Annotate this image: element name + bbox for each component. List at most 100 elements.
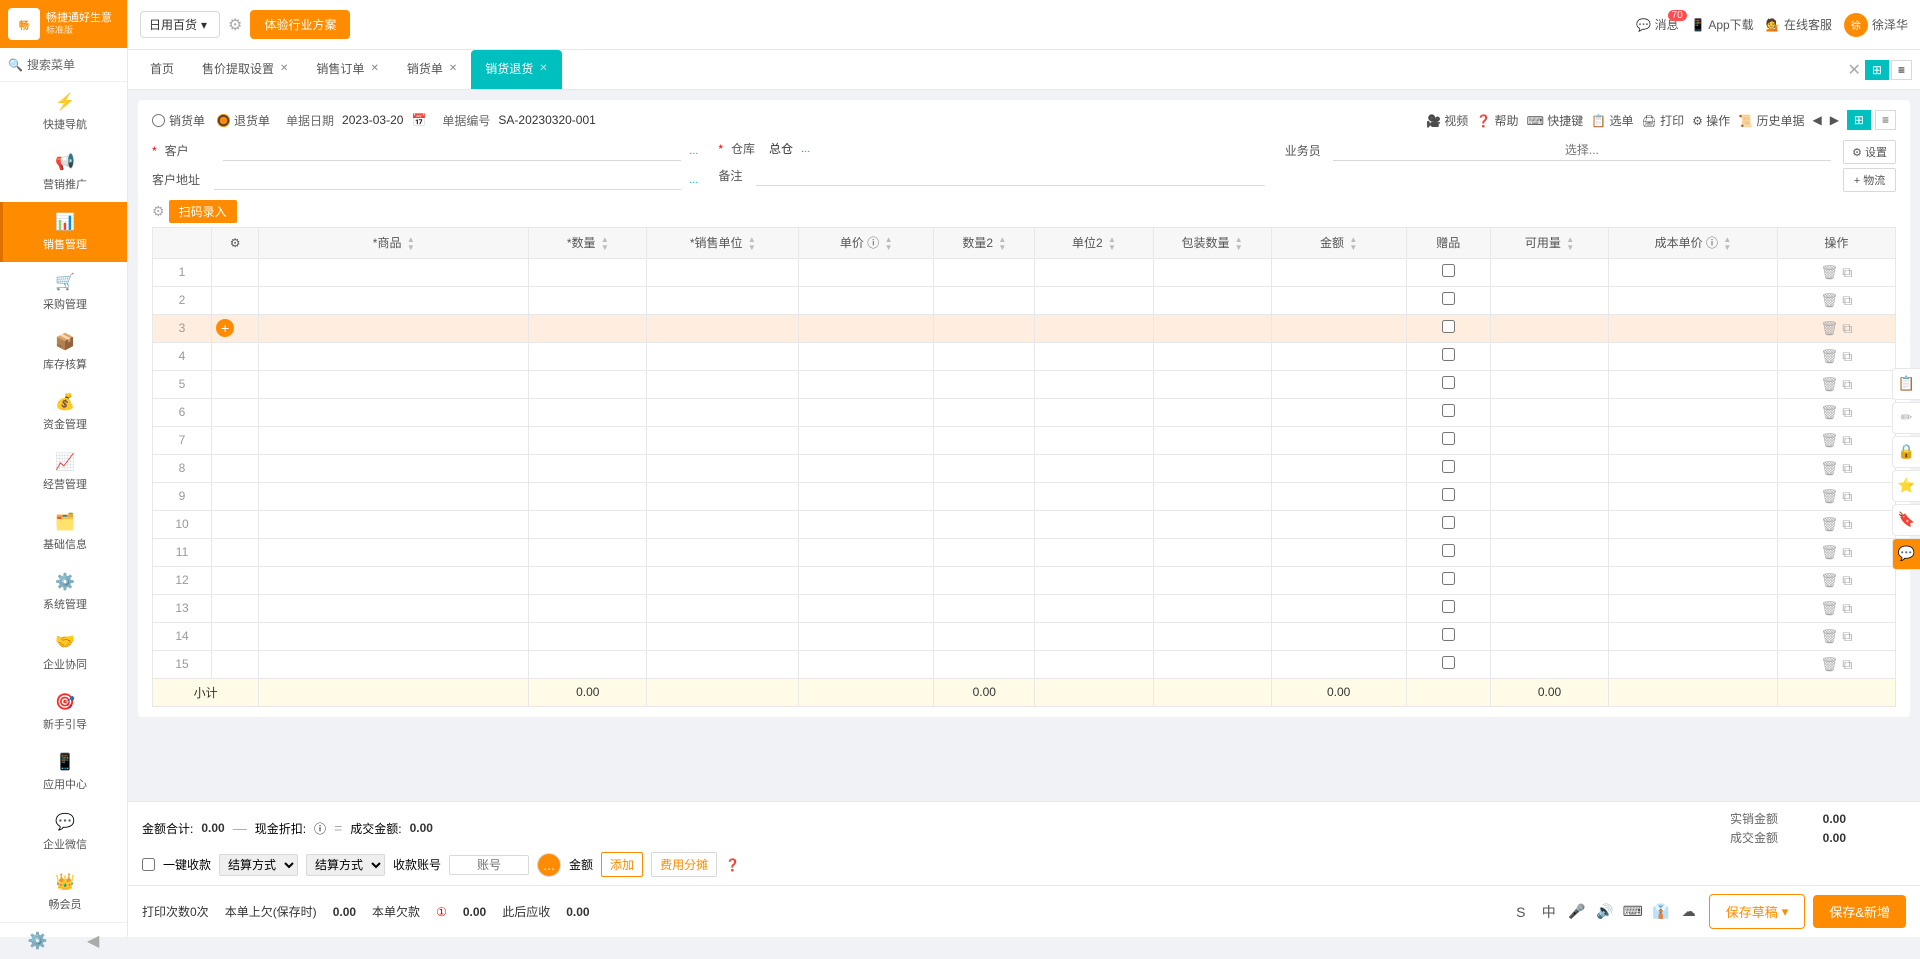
amount-cell[interactable] (1271, 538, 1406, 566)
unit2-input[interactable] (1039, 461, 1148, 475)
unit2-input[interactable] (1039, 545, 1148, 559)
qty2-cell[interactable] (934, 482, 1035, 510)
shortcut-btn[interactable]: ⌨ 快捷键 (1527, 112, 1584, 129)
qty2-input[interactable] (938, 461, 1030, 475)
qty-input[interactable] (533, 293, 642, 307)
pack-input[interactable] (1158, 377, 1267, 391)
pack-cell[interactable] (1153, 426, 1271, 454)
copy-row-icon[interactable]: ⧉ (1842, 600, 1852, 617)
gift-cell[interactable] (1406, 594, 1490, 622)
qty2-cell[interactable] (934, 342, 1035, 370)
unit-cell[interactable] (647, 622, 799, 650)
unit2-cell[interactable] (1035, 258, 1153, 286)
qty2-input[interactable] (938, 489, 1030, 503)
amount-input[interactable] (1276, 405, 1402, 419)
unit-cell[interactable] (647, 370, 799, 398)
qty-cell[interactable] (529, 258, 647, 286)
amount-input[interactable] (1276, 489, 1402, 503)
price-cell[interactable] (799, 398, 934, 426)
product-cell[interactable] (259, 398, 529, 426)
amount-cell[interactable] (1271, 398, 1406, 426)
qty2-cell[interactable] (934, 650, 1035, 678)
unit-cell[interactable] (647, 286, 799, 314)
pack-input[interactable] (1158, 545, 1267, 559)
qty-input[interactable] (533, 433, 642, 447)
qty2-cell[interactable] (934, 286, 1035, 314)
delete-row-icon[interactable]: 🗑 (1821, 348, 1839, 365)
product-cell[interactable] (259, 314, 529, 342)
settings-btn[interactable]: ⚙ 设置 (1843, 140, 1896, 164)
gift-cell[interactable] (1406, 342, 1490, 370)
warehouse-more-btn[interactable]: ... (801, 143, 810, 155)
gift-checkbox[interactable] (1442, 516, 1455, 529)
save-draft-btn[interactable]: 保存草稿 ▾ (1709, 894, 1806, 929)
qty-input[interactable] (533, 265, 642, 279)
message-btn[interactable]: 💬 70 消息 (1636, 16, 1678, 33)
pack-input[interactable] (1158, 433, 1267, 447)
sidebar-item-basic-info[interactable]: 🗂️ 基础信息 (0, 502, 127, 562)
pack-cell[interactable] (1153, 258, 1271, 286)
copy-row-icon[interactable]: ⧉ (1842, 348, 1852, 365)
price-input[interactable] (803, 349, 929, 363)
product-input[interactable] (263, 573, 524, 587)
product-cell[interactable] (259, 258, 529, 286)
calc-method-select[interactable]: 结算方式 (219, 854, 298, 876)
account-input[interactable] (449, 855, 529, 875)
product-input[interactable] (263, 405, 524, 419)
delete-row-icon[interactable]: 🗑 (1821, 432, 1839, 449)
price-input[interactable] (803, 377, 929, 391)
qty-cell[interactable] (529, 482, 647, 510)
unit-cell[interactable] (647, 398, 799, 426)
col-header-available[interactable]: 可用量 ▲▼ (1490, 228, 1608, 259)
doc-date-value[interactable]: 2023-03-20 (342, 113, 403, 127)
qty2-input[interactable] (938, 377, 1030, 391)
price-cell[interactable] (799, 566, 934, 594)
pack-cell[interactable] (1153, 650, 1271, 678)
product-input[interactable] (263, 321, 524, 335)
qty2-input[interactable] (938, 517, 1030, 531)
amount-input[interactable] (1276, 293, 1402, 307)
price-cell[interactable] (799, 342, 934, 370)
qty2-cell[interactable] (934, 510, 1035, 538)
pack-cell[interactable] (1153, 538, 1271, 566)
qty2-input[interactable] (938, 349, 1030, 363)
tab-sales-order[interactable]: 销售订单 ✕ (302, 50, 392, 89)
amount-input[interactable] (1276, 433, 1402, 447)
sidebar-item-quick-nav[interactable]: ⚡ 快捷导航 (0, 82, 127, 142)
product-input[interactable] (263, 377, 524, 391)
qty2-cell[interactable] (934, 314, 1035, 342)
taskbar-icon-3[interactable]: 🎤 (1565, 900, 1589, 924)
copy-row-icon[interactable]: ⧉ (1842, 404, 1852, 421)
pack-cell[interactable] (1153, 398, 1271, 426)
amount-cell[interactable] (1271, 594, 1406, 622)
amount-cell[interactable] (1271, 650, 1406, 678)
unit2-input[interactable] (1039, 573, 1148, 587)
delete-row-icon[interactable]: 🗑 (1821, 488, 1839, 505)
amount-cell[interactable] (1271, 286, 1406, 314)
taskbar-icon-5[interactable]: ⌨ (1621, 900, 1645, 924)
unit-cell[interactable] (647, 594, 799, 622)
amount-cell[interactable] (1271, 258, 1406, 286)
product-input[interactable] (263, 657, 524, 671)
qty-input[interactable] (533, 601, 642, 615)
pack-cell[interactable] (1153, 510, 1271, 538)
col-header-qty[interactable]: *数量 ▲▼ (529, 228, 647, 259)
product-input[interactable] (263, 349, 524, 363)
add-account-btn[interactable]: 添加 (601, 852, 643, 877)
pack-input[interactable] (1158, 461, 1267, 475)
right-panel-btn-4[interactable]: ⭐ (1892, 470, 1920, 502)
pack-input[interactable] (1158, 489, 1267, 503)
amount-cell[interactable] (1271, 622, 1406, 650)
price-input[interactable] (803, 461, 929, 475)
pack-cell[interactable] (1153, 482, 1271, 510)
qty2-input[interactable] (938, 629, 1030, 643)
qty2-input[interactable] (938, 405, 1030, 419)
qty-cell[interactable] (529, 454, 647, 482)
unit-cell[interactable] (647, 566, 799, 594)
gift-checkbox[interactable] (1442, 264, 1455, 277)
qty-cell[interactable] (529, 622, 647, 650)
calendar-icon[interactable]: 📅 (411, 113, 426, 127)
gift-cell[interactable] (1406, 426, 1490, 454)
gift-cell[interactable] (1406, 538, 1490, 566)
product-input[interactable] (263, 293, 524, 307)
